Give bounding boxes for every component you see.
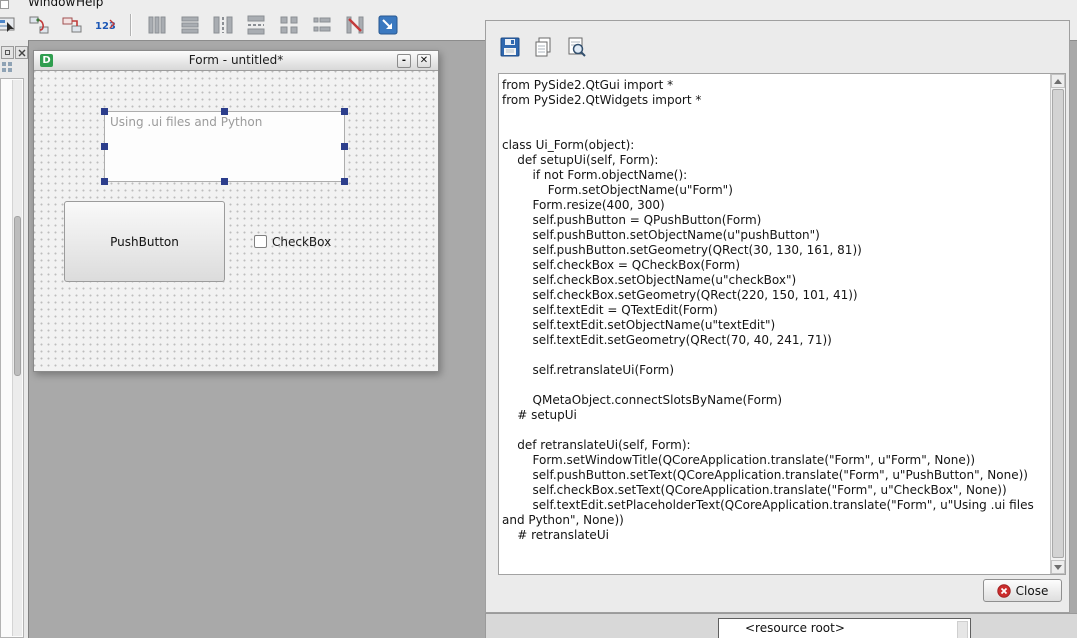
selection-handle-bottom-left[interactable] — [101, 178, 108, 185]
selection-handle-middle-left[interactable] — [101, 143, 108, 150]
break-layout-button[interactable] — [343, 13, 367, 37]
code-text: from PySide2.QtGui import * from PySide2… — [499, 74, 1065, 547]
textedit-placeholder: Using .ui files and Python — [105, 112, 344, 132]
arrow-down-icon — [1054, 565, 1062, 570]
save-icon — [499, 36, 521, 58]
copy-icon — [532, 36, 554, 58]
widget-box-scrollbar[interactable] — [12, 80, 22, 636]
left-dock — [0, 40, 28, 638]
break-layout-icon — [344, 14, 366, 36]
close-button-label: Close — [1016, 584, 1049, 598]
qt-designer-screen: Window Help — [0, 0, 1077, 638]
code-vertical-scrollbar[interactable] — [1050, 74, 1065, 574]
edit-signals-slots-icon — [28, 14, 50, 36]
form-canvas[interactable]: Using .ui files and Python PushButton Ch… — [34, 71, 438, 371]
main-toolbar: 123 — [0, 11, 400, 39]
layout-splitter-vertical-icon — [245, 14, 267, 36]
dock-float-button[interactable] — [1, 46, 14, 59]
find-icon — [565, 36, 587, 58]
layout-form-icon — [311, 14, 333, 36]
adjust-size-icon — [377, 14, 399, 36]
dock-close-button[interactable] — [15, 46, 28, 59]
resource-root-item[interactable]: <resource root> — [719, 619, 970, 635]
layout-vertical-icon — [179, 14, 201, 36]
layout-vertical-button[interactable] — [178, 13, 202, 37]
selection-handle-bottom-middle[interactable] — [221, 178, 228, 185]
layout-grid-icon — [278, 14, 300, 36]
layout-form-button[interactable] — [310, 13, 334, 37]
close-icon — [18, 49, 26, 57]
form-window-title: Form - untitled* — [34, 53, 438, 67]
adjust-size-button[interactable] — [376, 13, 400, 37]
close-button[interactable]: Close — [983, 579, 1062, 602]
edit-buddies-icon — [61, 14, 83, 36]
menu-corner-icon — [0, 0, 9, 9]
copy-button[interactable] — [531, 35, 555, 59]
edit-tab-order-button[interactable]: 123 — [93, 13, 117, 37]
edit-buddies-button[interactable] — [60, 13, 84, 37]
checkbox-label: CheckBox — [272, 235, 331, 249]
edit-signals-slots-button[interactable] — [27, 13, 51, 37]
edit-widgets-button[interactable] — [0, 13, 18, 37]
pushbutton-label: PushButton — [110, 235, 179, 249]
layout-splitter-horizontal-button[interactable] — [211, 13, 235, 37]
form-minimize-button[interactable]: - — [397, 54, 411, 68]
resource-tree-scrollbar[interactable] — [957, 621, 968, 638]
resource-editor-panel: <resource root> — [485, 613, 1077, 638]
toolbar-separator — [130, 14, 132, 36]
code-preview-dialog: from PySide2.QtGui import * from PySide2… — [485, 20, 1070, 613]
textedit-widget[interactable]: Using .ui files and Python — [104, 111, 345, 182]
checkbox-widget[interactable]: CheckBox — [254, 221, 355, 262]
selection-handle-middle-right[interactable] — [341, 143, 348, 150]
selection-handle-top-left[interactable] — [101, 108, 108, 115]
arrow-up-icon — [1054, 79, 1062, 84]
edit-tab-order-icon: 123 — [94, 14, 116, 36]
menubar: Window Help — [0, 0, 1077, 11]
layout-grid-button[interactable] — [277, 13, 301, 37]
form-window: D Form - untitled* - ✕ Using .ui files a… — [33, 50, 439, 372]
layout-splitter-horizontal-icon — [212, 14, 234, 36]
pushbutton-widget[interactable]: PushButton — [64, 201, 225, 282]
widget-box-scrollbar-thumb[interactable] — [14, 216, 21, 376]
selection-handle-bottom-right[interactable] — [341, 178, 348, 185]
close-red-icon — [997, 584, 1011, 598]
scroll-down-button[interactable] — [1051, 560, 1065, 574]
form-close-button[interactable]: ✕ — [417, 54, 431, 68]
code-view[interactable]: from PySide2.QtGui import * from PySide2… — [498, 73, 1066, 575]
save-button[interactable] — [498, 35, 522, 59]
layout-splitter-vertical-button[interactable] — [244, 13, 268, 37]
scroll-up-button[interactable] — [1051, 74, 1065, 88]
menu-help[interactable]: Help — [76, 0, 103, 9]
layout-horizontal-button[interactable] — [145, 13, 169, 37]
form-window-titlebar[interactable]: D Form - untitled* - ✕ — [34, 51, 438, 71]
widget-box-icon — [2, 62, 13, 73]
code-dialog-toolbar — [498, 35, 588, 59]
float-icon — [5, 50, 10, 55]
checkbox-indicator[interactable] — [254, 235, 267, 248]
edit-widgets-icon — [0, 14, 17, 36]
find-button[interactable] — [564, 35, 588, 59]
layout-horizontal-icon — [146, 14, 168, 36]
resource-tree: <resource root> — [718, 618, 971, 638]
scrollbar-thumb[interactable] — [1052, 89, 1064, 558]
widget-box-panel — [0, 78, 24, 638]
menu-window[interactable]: Window — [28, 0, 75, 9]
selection-handle-top-middle[interactable] — [221, 108, 228, 115]
selection-handle-top-right[interactable] — [341, 108, 348, 115]
